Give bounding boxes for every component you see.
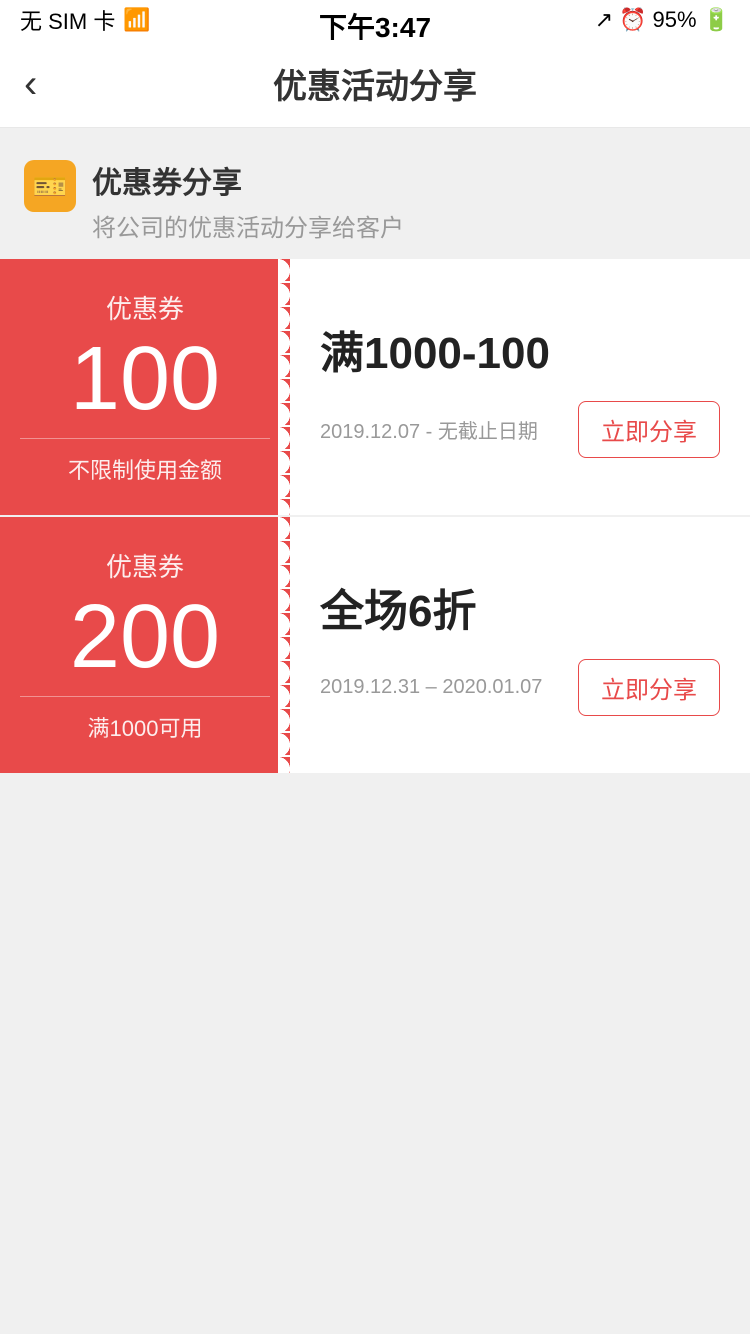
coupon-card-2: 优惠券 200 满1000可用 全场6折 2019.12.31 – 2020.0…: [0, 517, 750, 773]
coupon-card-1: 优惠券 100 不限制使用金额 满1000-100 2019.12.07 - 无…: [0, 259, 750, 515]
section-header: 🎫 优惠券分享 将公司的优惠活动分享给客户: [0, 128, 750, 259]
section-icon: 🎫: [24, 160, 76, 212]
coupons-container: 优惠券 100 不限制使用金额 满1000-100 2019.12.07 - 无…: [0, 259, 750, 805]
coupon-right-2: 全场6折 2019.12.31 – 2020.01.07 立即分享: [290, 517, 750, 773]
coupon-condition-1: 不限制使用金额: [68, 453, 222, 485]
coupon-meta-2: 2019.12.31 – 2020.01.07 立即分享: [320, 659, 720, 716]
nav-title: 优惠活动分享: [273, 59, 477, 108]
battery-text: 95%: [653, 7, 697, 33]
bottom-area: [0, 805, 750, 1305]
coupon-icon: 🎫: [33, 170, 68, 203]
coupon-divider-line-2: [20, 696, 270, 697]
status-right: ↗ ⏰ 95% 🔋: [595, 7, 730, 33]
coupon-right-1: 满1000-100 2019.12.07 - 无截止日期 立即分享: [290, 259, 750, 515]
coupon-amount-2: 200: [70, 592, 220, 682]
back-button[interactable]: ‹: [24, 64, 37, 104]
coupon-date-2: 2019.12.31 – 2020.01.07: [320, 676, 568, 699]
status-left: 无 SIM 卡 📶: [20, 4, 151, 36]
section-title: 优惠券分享: [92, 158, 404, 202]
coupon-name-2: 全场6折: [320, 575, 720, 639]
status-bar: 无 SIM 卡 📶 下午3:47 ↗ ⏰ 95% 🔋: [0, 0, 750, 40]
share-button-2[interactable]: 立即分享: [578, 659, 720, 716]
coupon-date-1: 2019.12.07 - 无截止日期: [320, 415, 568, 444]
share-button-1[interactable]: 立即分享: [578, 401, 720, 458]
coupon-amount-1: 100: [70, 334, 220, 424]
coupon-condition-2: 满1000可用: [88, 711, 203, 743]
wifi-icon: 📶: [123, 7, 150, 33]
location-icon: ↗: [595, 7, 613, 33]
coupon-label-1: 优惠券: [106, 289, 184, 326]
battery-icon: 🔋: [703, 7, 730, 33]
section-text: 优惠券分享 将公司的优惠活动分享给客户: [92, 158, 404, 243]
coupon-left-2: 优惠券 200 满1000可用: [0, 517, 290, 773]
coupon-divider-line-1: [20, 438, 270, 439]
section-subtitle: 将公司的优惠活动分享给客户: [92, 208, 404, 243]
coupon-left-1: 优惠券 100 不限制使用金额: [0, 259, 290, 515]
coupon-name-1: 满1000-100: [320, 317, 720, 381]
coupon-meta-1: 2019.12.07 - 无截止日期 立即分享: [320, 401, 720, 458]
nav-bar: ‹ 优惠活动分享: [0, 40, 750, 128]
coupon-label-2: 优惠券: [106, 547, 184, 584]
carrier-text: 无 SIM 卡: [20, 4, 115, 36]
alarm-icon: ⏰: [619, 7, 646, 33]
